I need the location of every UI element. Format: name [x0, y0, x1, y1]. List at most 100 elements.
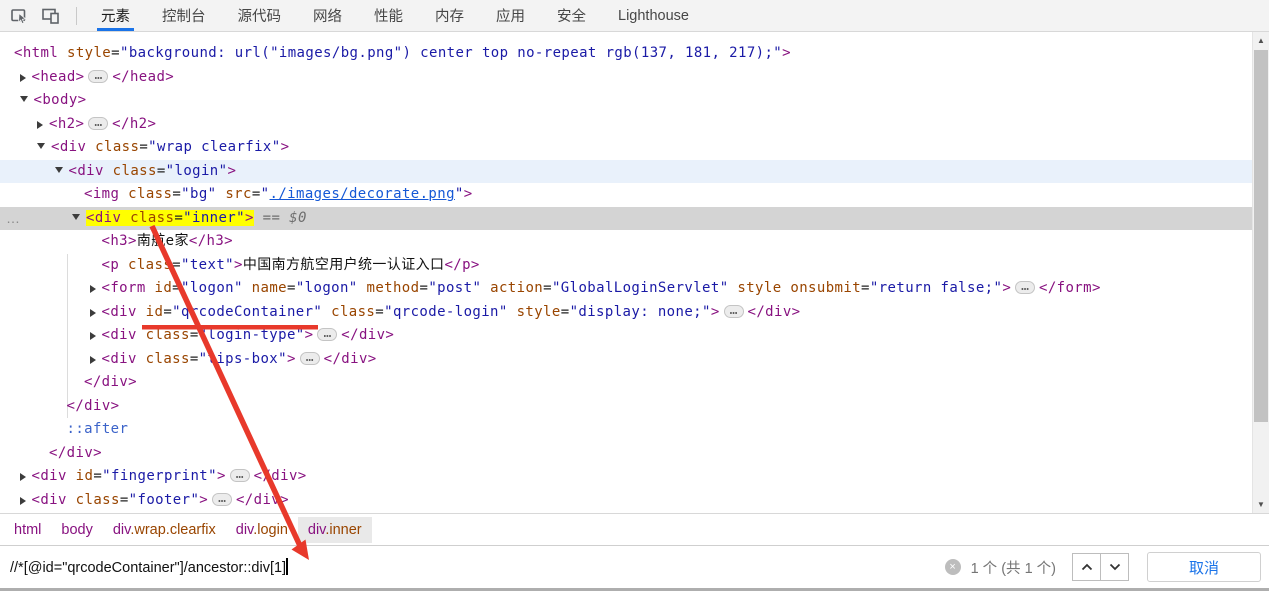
inline-expand-ellipsis-icon[interactable]: …: [317, 327, 338, 341]
collapse-arrow-icon[interactable]: [19, 96, 28, 102]
cancel-button[interactable]: 取消: [1147, 552, 1261, 582]
dom-tree-row[interactable]: <div id="qrcodeContainer" class="qrcode-…: [0, 301, 1252, 325]
scrollbar-thumb[interactable]: [1254, 50, 1268, 422]
dom-tree-row[interactable]: <h3>南航e家</h3>: [0, 230, 1252, 254]
dom-tree-row[interactable]: … <div class="inner"> == $0: [0, 206, 1252, 231]
breadcrumb-item[interactable]: div.login: [226, 517, 298, 543]
code-token: "qrcodeContainer": [172, 303, 323, 320]
dom-tree: <html style="background: url("images/bg.…: [0, 42, 1252, 512]
dom-tree-row[interactable]: <div class="login-type">… </div>: [0, 324, 1252, 348]
code-token: "login-type": [198, 327, 305, 343]
code-token: 中国南方航空用户统一认证入口: [242, 256, 445, 273]
search-query-text: //*[@id="qrcodeContainer"]/ancestor::div…: [10, 560, 287, 576]
search-input[interactable]: //*[@id="qrcodeContainer"]/ancestor::div…: [10, 558, 939, 576]
chevron-down-icon: [1109, 563, 1120, 571]
dom-tree-row[interactable]: </div>: [0, 371, 1252, 395]
expand-arrow-icon[interactable]: [89, 332, 96, 340]
code-token: <p: [101, 256, 128, 273]
code-token: =: [286, 280, 296, 296]
expand-arrow-icon[interactable]: [19, 473, 26, 481]
tab-元素[interactable]: 元素: [85, 0, 146, 31]
next-match-button[interactable]: [1100, 553, 1129, 581]
inspect-element-icon[interactable]: [9, 5, 31, 27]
vertical-scrollbar[interactable]: ▲ ▼: [1252, 32, 1269, 513]
tab-Lighthouse[interactable]: Lighthouse: [602, 0, 705, 31]
tab-性能[interactable]: 性能: [358, 0, 419, 31]
inline-expand-ellipsis-icon[interactable]: …: [299, 351, 320, 365]
dom-tree-row[interactable]: </div>: [0, 442, 1252, 466]
code-token: <div: [101, 303, 146, 320]
inline-expand-ellipsis-icon[interactable]: …: [1015, 280, 1035, 294]
code-token: <div: [101, 350, 146, 367]
code-token: action: [490, 280, 544, 296]
expand-arrow-icon[interactable]: [37, 120, 43, 129]
code-token: class: [75, 491, 120, 508]
code-token: "GlobalLoginServlet": [551, 280, 729, 296]
code-token: </div>: [323, 350, 377, 367]
tab-安全[interactable]: 安全: [541, 0, 602, 31]
tab-内存[interactable]: 内存: [419, 0, 480, 31]
dom-tree-row[interactable]: <body>: [0, 89, 1252, 113]
expand-arrow-icon[interactable]: [89, 355, 96, 364]
breadcrumb-item[interactable]: div.wrap.clearfix: [103, 517, 226, 543]
code-token: 南航e家: [136, 233, 189, 249]
collapse-arrow-icon[interactable]: [54, 166, 63, 173]
code-token: =: [119, 491, 129, 508]
code-token: </div>: [747, 303, 801, 320]
dom-tree-row[interactable]: <h2>… </h2>: [0, 113, 1252, 137]
code-token: "return false;": [869, 280, 1003, 296]
code-token: >: [304, 327, 314, 343]
expand-arrow-icon[interactable]: [19, 73, 26, 82]
dom-tree-row[interactable]: <div class="footer">… </div>: [0, 489, 1252, 513]
code-token: =: [163, 303, 173, 320]
breadcrumb-item[interactable]: body: [51, 517, 102, 543]
code-token: <form: [101, 280, 155, 296]
breadcrumb-part: .login: [253, 521, 288, 538]
inline-expand-ellipsis-icon[interactable]: …: [88, 116, 109, 130]
code-token: >: [782, 45, 791, 61]
inline-expand-ellipsis-icon[interactable]: …: [88, 69, 109, 83]
expand-arrow-icon[interactable]: [89, 285, 96, 293]
dom-tree-row[interactable]: <html style="background: url("images/bg.…: [0, 42, 1252, 66]
dom-tree-row[interactable]: ::after: [0, 418, 1252, 442]
breadcrumb-part: html: [14, 521, 42, 538]
dom-tree-row[interactable]: <div class="login">: [0, 159, 1252, 183]
code-token: name: [251, 280, 287, 296]
tab-网络[interactable]: 网络: [297, 0, 358, 31]
dom-tree-row[interactable]: <div class="wrap clearfix">: [0, 136, 1252, 160]
code-token: <div: [86, 209, 131, 226]
dom-tree-row[interactable]: <div class="tips-box">… </div>: [0, 348, 1252, 372]
scroll-down-arrow-icon[interactable]: ▼: [1253, 496, 1269, 513]
dom-tree-row[interactable]: <div id="fingerprint">… </div>: [0, 465, 1252, 489]
inline-expand-ellipsis-icon[interactable]: …: [229, 468, 250, 482]
breadcrumb-item[interactable]: div.inner: [297, 516, 372, 543]
dom-tree-row[interactable]: <p class="text">中国南方航空用户统一认证入口</p>: [0, 254, 1252, 278]
breadcrumb-part: div: [112, 521, 131, 538]
breadcrumb-part: body: [61, 521, 93, 538]
code-token: </p>: [444, 256, 480, 273]
tab-控制台[interactable]: 控制台: [146, 0, 222, 31]
tab-应用[interactable]: 应用: [480, 0, 541, 31]
device-toolbar-icon[interactable]: [40, 5, 62, 27]
dom-tree-row[interactable]: <head>… </head>: [0, 66, 1252, 90]
code-token: "bg": [181, 186, 217, 202]
dom-tree-row[interactable]: <form id="logon" name="logon" method="po…: [0, 277, 1252, 301]
previous-match-button[interactable]: [1072, 553, 1101, 581]
clear-search-icon[interactable]: ×: [944, 559, 961, 575]
dom-tree-row[interactable]: <img class="bg" src="./images/decorate.p…: [0, 183, 1252, 207]
expand-arrow-icon[interactable]: [19, 496, 26, 505]
collapse-arrow-icon[interactable]: [72, 213, 80, 220]
code-token: "background: url("images/bg.png") center…: [119, 45, 783, 61]
inline-expand-ellipsis-icon[interactable]: …: [212, 492, 232, 506]
breadcrumb-item[interactable]: html: [4, 517, 51, 543]
row-more-actions-icon[interactable]: …: [6, 207, 21, 231]
tab-源代码[interactable]: 源代码: [222, 0, 298, 31]
inline-expand-ellipsis-icon[interactable]: …: [723, 304, 744, 318]
code-token: =: [172, 280, 181, 296]
collapse-arrow-icon[interactable]: [37, 143, 45, 149]
scroll-up-arrow-icon[interactable]: ▲: [1253, 32, 1269, 49]
expand-arrow-icon[interactable]: [89, 308, 96, 317]
dom-tree-row[interactable]: </div>: [0, 395, 1252, 419]
